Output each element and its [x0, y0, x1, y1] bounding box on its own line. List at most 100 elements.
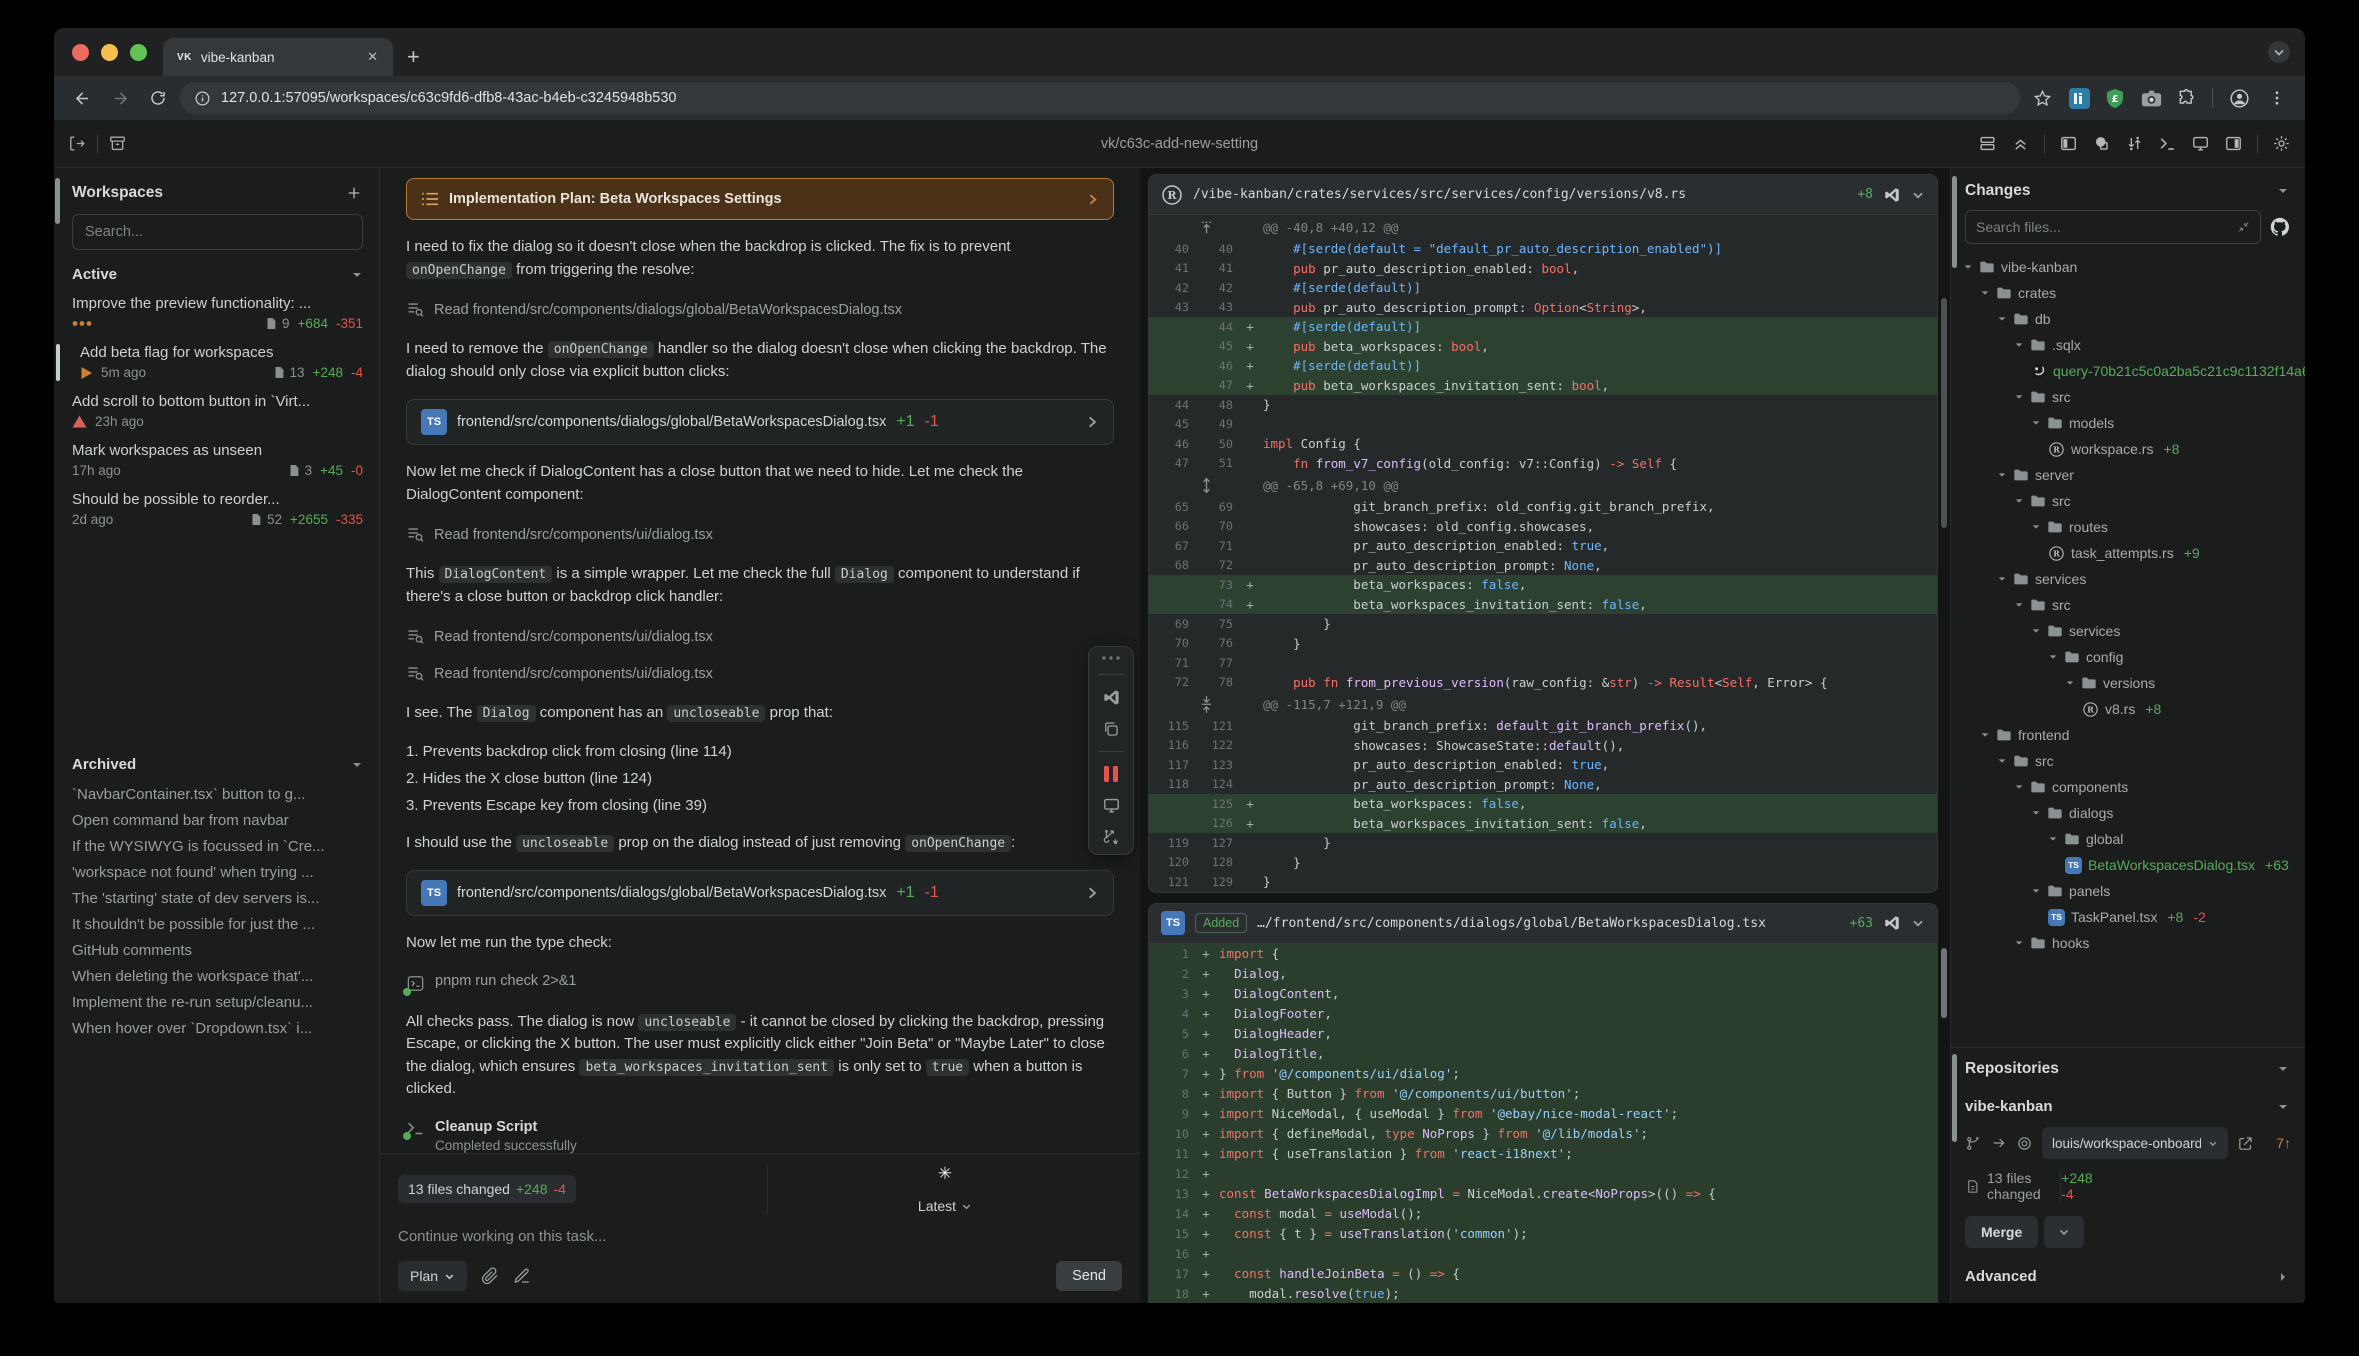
archived-item[interactable]: 'workspace not found' when trying ... — [72, 859, 363, 885]
message-input[interactable]: Continue working on this task... — [398, 1228, 1122, 1245]
open-in-vscode-icon[interactable] — [1883, 186, 1901, 204]
terminal-row[interactable]: pnpm run check 2>&1 — [403, 973, 1114, 996]
git-branch-icon[interactable] — [1965, 1135, 1982, 1152]
implementation-plan-banner[interactable]: Implementation Plan: Beta Workspaces Set… — [406, 178, 1114, 220]
merge-button[interactable]: Merge — [1965, 1216, 2039, 1248]
sidebar-scrollbar-thumb[interactable] — [55, 178, 60, 224]
expand-hunk-icon[interactable] — [1149, 220, 1263, 235]
shrink-icon[interactable] — [2237, 220, 2250, 234]
extensions-puzzle-icon[interactable] — [2172, 83, 2202, 113]
tab-close-icon[interactable]: ✕ — [362, 47, 383, 67]
archived-item[interactable]: Open command bar from navbar — [72, 807, 363, 833]
archive-icon[interactable] — [108, 134, 127, 153]
diff-scrollbar-thumb[interactable] — [1941, 948, 1947, 1018]
settings-gear-icon[interactable] — [2272, 134, 2291, 153]
workspace-search[interactable] — [72, 214, 363, 250]
attach-icon[interactable] — [481, 1267, 499, 1285]
sidebar-toggle-icon[interactable] — [68, 134, 87, 153]
workspace-item[interactable]: Improve the preview functionality: ... 9 +… — [54, 289, 379, 338]
diff-header[interactable]: R /vibe-kanban/crates/services/src/servi… — [1149, 175, 1937, 215]
diff-scrollbar-thumb[interactable] — [1941, 298, 1947, 528]
read-file-row[interactable]: Read frontend/src/components/dialogs/glo… — [406, 301, 1114, 318]
open-in-vscode-icon[interactable] — [1102, 688, 1121, 707]
expand-hunk-icon[interactable] — [1149, 476, 1263, 494]
tree-file[interactable]: Rtask_attempts.rs +9 — [1951, 540, 2305, 566]
tree-folder[interactable]: db — [1951, 306, 2305, 332]
repo-header[interactable]: vibe-kanban — [1951, 1088, 2305, 1121]
tree-folder[interactable]: src — [1951, 748, 2305, 774]
advanced-section[interactable]: Advanced — [1951, 1252, 2305, 1295]
workspace-item[interactable]: Mark workspaces as unseen 17h ago 3 +45 -0 — [54, 436, 379, 485]
hunk-header[interactable]: @@ -115,7 +121,9 @@ — [1149, 692, 1937, 716]
repositories-header[interactable]: Repositories — [1951, 1048, 2305, 1088]
external-link-icon[interactable] — [2237, 1135, 2254, 1152]
tree-folder[interactable]: components — [1951, 774, 2305, 800]
tree-folder[interactable]: panels — [1951, 878, 2305, 904]
expand-hunk-icon[interactable] — [1149, 695, 1263, 714]
tree-file[interactable]: TS TaskPanel.tsx +8 -2 — [1951, 904, 2305, 930]
tree-file[interactable]: query-70b21c5c0a2ba5c21c9c1132f14a68 — [1951, 358, 2305, 384]
tree-folder[interactable]: models — [1951, 410, 2305, 436]
terminal-row[interactable]: Cleanup Script Completed successfully — [403, 1119, 1114, 1153]
site-info-icon[interactable] — [194, 90, 211, 107]
archived-item[interactable]: If the WYSIWYG is focussed in `Cre... — [72, 833, 363, 859]
file-search-input[interactable] — [1976, 219, 2237, 235]
workspace-item[interactable]: Add beta flag for workspaces 5m ago 13 +248… — [54, 338, 379, 387]
collapse-diff-icon[interactable] — [1911, 188, 1925, 202]
git-compare-icon[interactable] — [2125, 134, 2144, 153]
monitor-icon[interactable] — [2191, 134, 2210, 153]
read-file-row[interactable]: Read frontend/src/components/ui/dialog.t… — [406, 526, 1114, 543]
active-section-header[interactable]: Active — [54, 262, 379, 289]
tree-folder[interactable]: src — [1951, 592, 2305, 618]
file-change-card[interactable]: TS frontend/src/components/dialogs/global… — [406, 870, 1114, 916]
github-icon[interactable] — [2269, 216, 2291, 238]
workspace-search-input[interactable] — [85, 224, 350, 240]
extension-d-icon[interactable] — [2064, 83, 2094, 113]
files-changed-chip[interactable]: 13 files changed +248 -4 — [398, 1175, 576, 1203]
branch-selector[interactable]: louis/workspace-onboarding — [2042, 1127, 2228, 1159]
changes-scrollbar-thumb[interactable] — [1952, 176, 1957, 268]
archived-item[interactable]: The 'starting' state of dev servers is..… — [72, 885, 363, 911]
read-file-row[interactable]: Read frontend/src/components/ui/dialog.t… — [406, 628, 1114, 645]
tree-file[interactable]: TS BetaWorkspacesDialog.tsx +63 — [1951, 852, 2305, 878]
forward-icon[interactable] — [104, 82, 136, 114]
open-in-vscode-icon[interactable] — [1883, 914, 1901, 932]
pause-icon[interactable] — [1103, 765, 1119, 783]
spark-icon[interactable]: ✳ — [938, 1164, 952, 1184]
latest-dropdown[interactable]: Latest — [918, 1198, 972, 1214]
archived-item[interactable]: When hover over `Dropdown.tsx` i... — [72, 1015, 363, 1041]
tree-file[interactable]: Rworkspace.rs +8 — [1951, 436, 2305, 462]
copy-icon[interactable] — [1102, 720, 1120, 738]
archived-item[interactable]: GitHub comments — [72, 937, 363, 963]
tree-folder[interactable]: routes — [1951, 514, 2305, 540]
tree-folder[interactable]: src — [1951, 488, 2305, 514]
tree-folder[interactable]: server — [1951, 462, 2305, 488]
extension-camera-icon[interactable] — [2136, 83, 2166, 113]
repos-scrollbar-thumb[interactable] — [1952, 1054, 1957, 1142]
tab-search-icon[interactable] — [2267, 40, 2291, 64]
git-branch-icon[interactable] — [1102, 828, 1120, 846]
tree-folder[interactable]: .sqlx — [1951, 332, 2305, 358]
panel-left-icon[interactable] — [2059, 134, 2078, 153]
preview-monitor-icon[interactable] — [1102, 796, 1121, 815]
panel-right-icon[interactable] — [2224, 134, 2243, 153]
archived-item[interactable]: When deleting the workspace that'... — [72, 963, 363, 989]
bookmark-star-icon[interactable] — [2026, 82, 2058, 114]
tree-folder[interactable]: src — [1951, 384, 2305, 410]
extension-shield-icon[interactable]: £ — [2100, 83, 2130, 113]
collapse-diff-icon[interactable] — [1911, 916, 1925, 930]
archived-item[interactable]: `NavbarContainer.tsx` button to g... — [72, 781, 363, 807]
changes-section-header[interactable]: Changes — [1951, 168, 2305, 210]
shapes-icon[interactable] — [2092, 134, 2111, 153]
tree-folder[interactable]: crates — [1951, 280, 2305, 306]
collapse-all-icon[interactable] — [2011, 134, 2030, 153]
diff-header[interactable]: TS Added …/frontend/src/components/dialo… — [1149, 903, 1937, 944]
file-change-card[interactable]: TS frontend/src/components/dialogs/global… — [406, 399, 1114, 445]
archived-item[interactable]: It shouldn't be possible for just the ..… — [72, 911, 363, 937]
terminal-icon[interactable] — [2158, 134, 2177, 153]
mode-dropdown[interactable]: Plan — [398, 1261, 468, 1291]
tree-folder[interactable]: services — [1951, 618, 2305, 644]
layout-rows-icon[interactable] — [1978, 134, 1997, 153]
tree-folder[interactable]: hooks — [1951, 930, 2305, 956]
tree-folder[interactable]: vibe-kanban — [1951, 254, 2305, 280]
